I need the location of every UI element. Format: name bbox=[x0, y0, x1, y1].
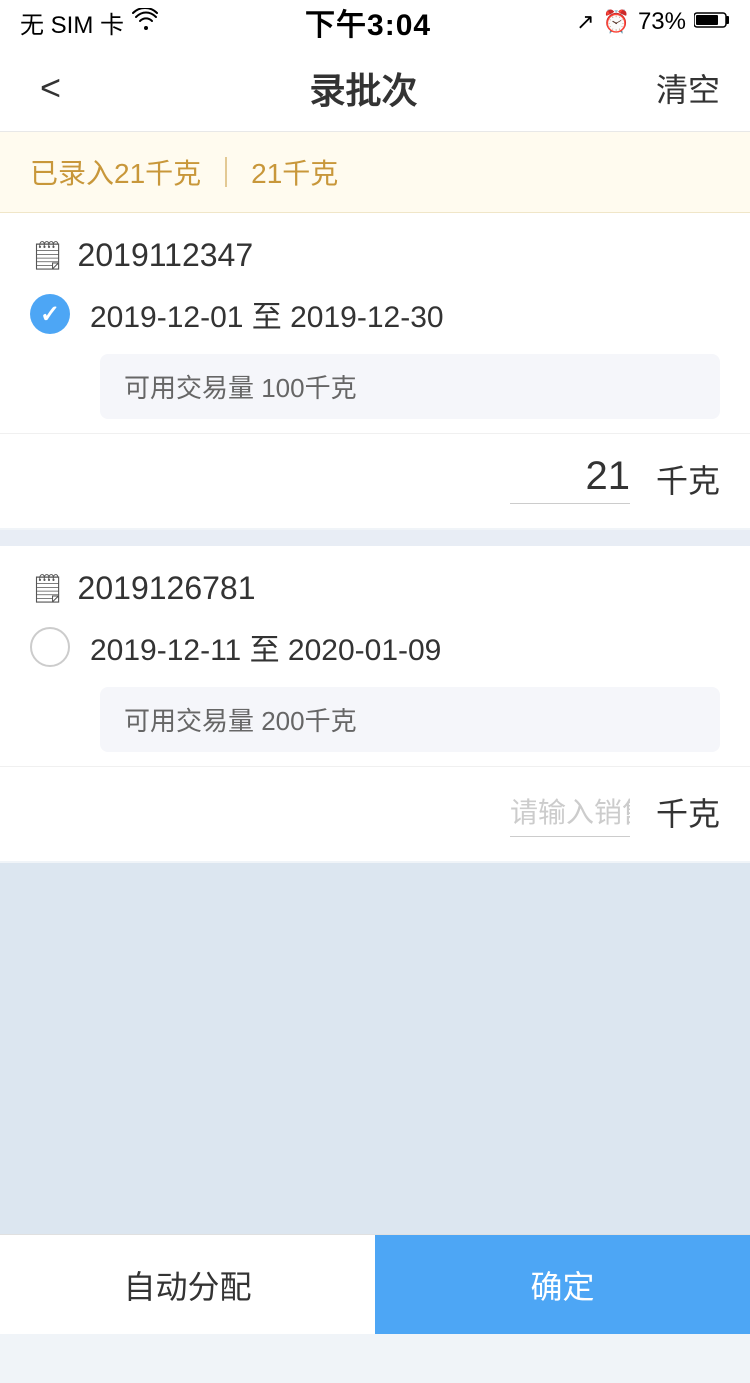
batch-date-1: 2019-12-01 至 2019-12-30 bbox=[90, 292, 444, 336]
page-title: 录批次 bbox=[310, 62, 418, 114]
summary-banner: 已录入21千克 21千克 bbox=[0, 132, 750, 213]
battery-label: 73% bbox=[638, 8, 686, 36]
status-right: ↗ ⏰ 73% bbox=[576, 8, 730, 36]
separator-1 bbox=[0, 530, 750, 546]
radio-selected-1[interactable] bbox=[30, 294, 70, 334]
summary-label: 已录入21千克 bbox=[30, 152, 201, 192]
radio-unselected-2[interactable] bbox=[30, 627, 70, 667]
quantity-row-1: 千克 bbox=[0, 433, 750, 528]
summary-value: 21千克 bbox=[251, 152, 338, 192]
batch-available-1: 可用交易量 100千克 bbox=[100, 354, 720, 419]
quantity-input-1[interactable] bbox=[510, 454, 630, 499]
batch-id-2: 2019126781 bbox=[78, 570, 256, 607]
status-left: 无 SIM 卡 bbox=[20, 5, 160, 40]
quantity-underline-2 bbox=[510, 787, 630, 837]
bottom-bar: 自动分配 确定 bbox=[0, 1234, 750, 1334]
quantity-unit-1: 千克 bbox=[656, 456, 720, 502]
batch-header-1: 🗒 2019112347 bbox=[0, 213, 750, 284]
batch-doc-icon-1: 🗒 bbox=[30, 239, 66, 272]
clear-button[interactable]: 清空 bbox=[656, 65, 720, 111]
quantity-unit-2: 千克 bbox=[656, 789, 720, 835]
quantity-row-2: 千克 bbox=[0, 766, 750, 861]
content-area: 🗒 2019112347 2019-12-01 至 2019-12-30 可用交… bbox=[0, 213, 750, 1383]
batch-header-2: 🗒 2019126781 bbox=[0, 546, 750, 617]
batch-id-1: 2019112347 bbox=[78, 237, 254, 274]
empty-area bbox=[0, 863, 750, 1283]
carrier-label: 无 SIM 卡 bbox=[20, 5, 124, 40]
location-icon: ↗ bbox=[576, 9, 594, 35]
wifi-icon bbox=[132, 8, 160, 37]
auto-distribute-button[interactable]: 自动分配 bbox=[0, 1235, 375, 1334]
summary-divider bbox=[225, 157, 227, 187]
batch-row-1[interactable]: 2019-12-01 至 2019-12-30 bbox=[0, 284, 750, 346]
batch-available-2: 可用交易量 200千克 bbox=[100, 687, 720, 752]
nav-bar: < 录批次 清空 bbox=[0, 44, 750, 132]
confirm-button[interactable]: 确定 bbox=[375, 1235, 750, 1334]
batch-row-2[interactable]: 2019-12-11 至 2020-01-09 bbox=[0, 617, 750, 679]
alarm-icon: ⏰ bbox=[603, 9, 630, 35]
battery-icon bbox=[694, 8, 730, 36]
batch-date-2: 2019-12-11 至 2020-01-09 bbox=[90, 625, 441, 669]
status-bar: 无 SIM 卡 下午3:04 ↗ ⏰ 73% bbox=[0, 0, 750, 44]
quantity-underline-1 bbox=[510, 454, 630, 504]
batch-card-2: 🗒 2019126781 2019-12-11 至 2020-01-09 可用交… bbox=[0, 546, 750, 861]
back-button[interactable]: < bbox=[30, 57, 71, 119]
quantity-input-2[interactable] bbox=[510, 787, 630, 832]
batch-doc-icon-2: 🗒 bbox=[30, 572, 66, 605]
status-time: 下午3:04 bbox=[305, 0, 431, 44]
batch-card-1: 🗒 2019112347 2019-12-01 至 2019-12-30 可用交… bbox=[0, 213, 750, 528]
